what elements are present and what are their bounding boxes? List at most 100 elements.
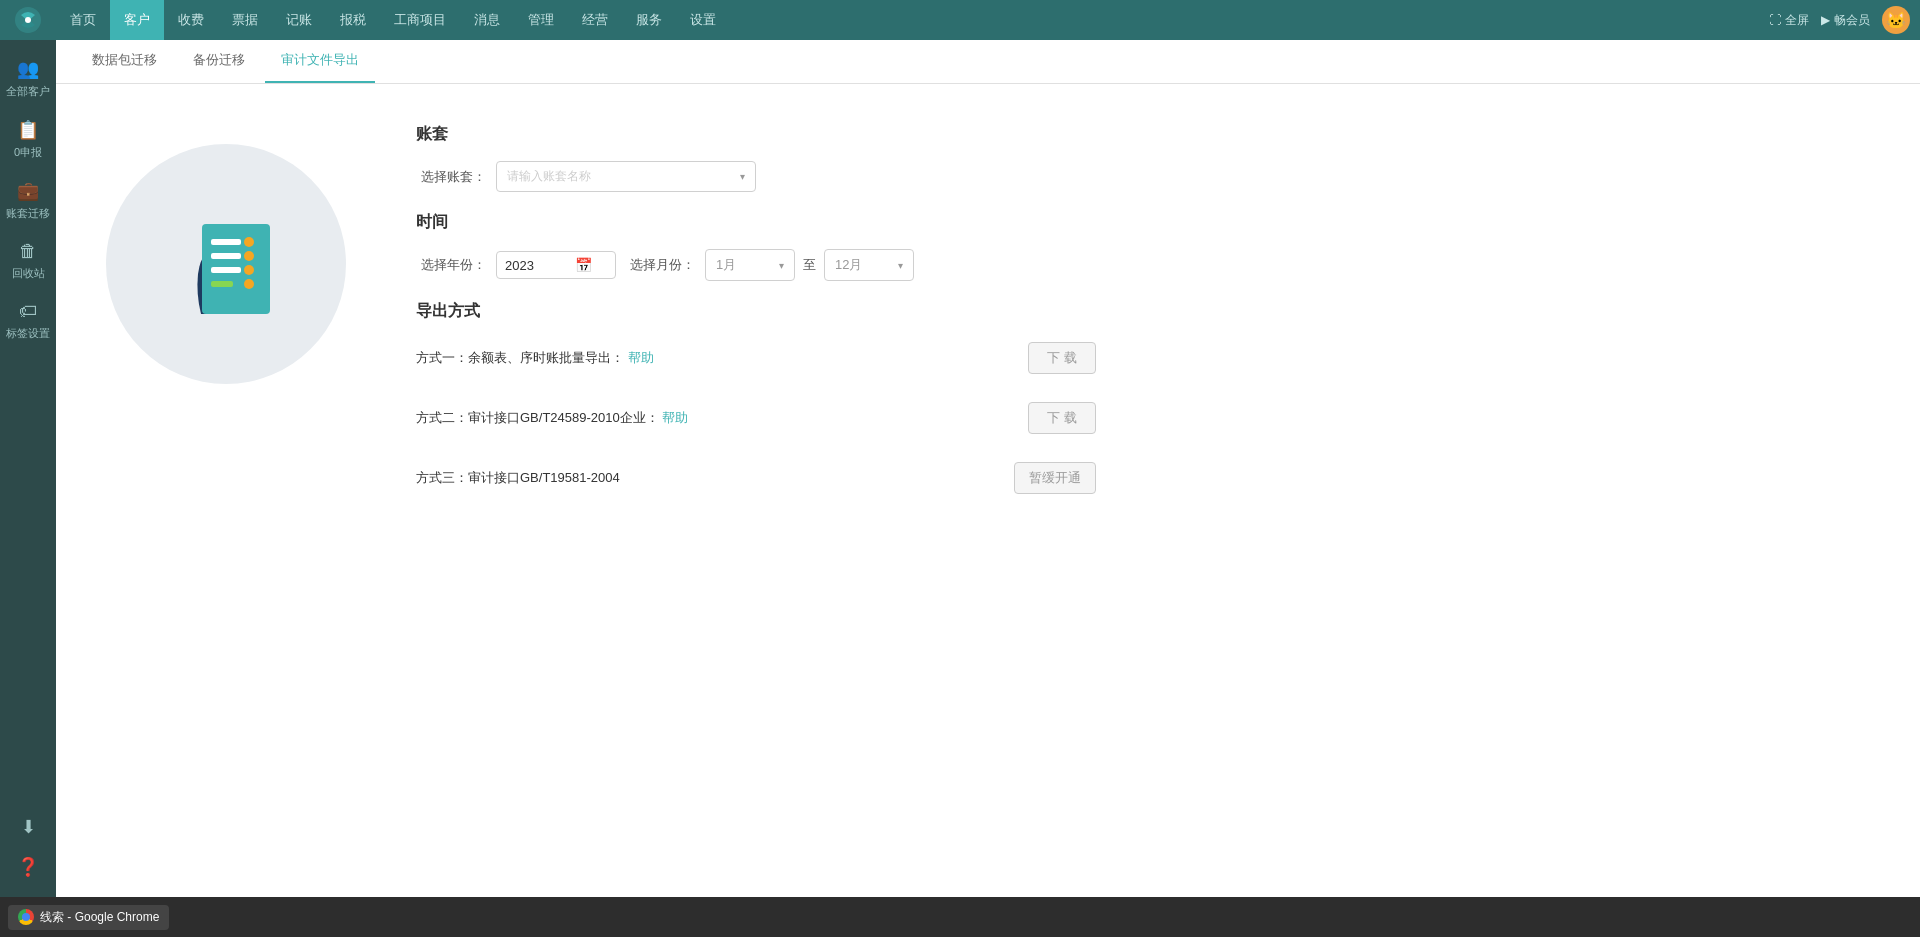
start-month-value: 1月 [716,256,736,274]
nav-home[interactable]: 首页 [56,0,110,40]
export-section-title: 导出方式 [416,301,1096,322]
nav-business[interactable]: 工商项目 [380,0,460,40]
account-section-title: 账套 [416,124,1096,145]
chrome-icon [18,909,34,925]
illustration-circle [106,144,346,384]
sidebar-label-zero-declare: 0申报 [14,145,42,160]
top-nav: 首页 客户 收费 票据 记账 报税 工商项目 消息 管理 经营 服务 设置 ⛶ … [0,0,1920,40]
export-container: 账套 选择账套： 请输入账套名称 ▾ 时间 选择年份： [96,114,1096,518]
nav-settings[interactable]: 设置 [676,0,730,40]
export-method-1: 方式一：余额表、序时账批量导出： 帮助 下 载 [416,338,1096,378]
sidebar-bottom: ⬇ ❓ [0,809,56,897]
sidebar-help-button[interactable]: ❓ [0,849,56,885]
start-month-select[interactable]: 1月 ▾ [705,249,795,281]
account-row: 选择账套： 请输入账套名称 ▾ [416,161,1096,192]
method3-label: 方式三：审计接口GB/T19581-2004 [416,469,1014,487]
svg-point-10 [244,279,254,289]
method1-help-link[interactable]: 帮助 [628,350,654,365]
fullscreen-button[interactable]: ⛶ 全屏 [1769,12,1809,29]
method2-download-button[interactable]: 下 载 [1028,402,1096,434]
end-month-select[interactable]: 12月 ▾ [824,249,914,281]
tags-icon: 🏷 [19,301,37,322]
nav-right: ⛶ 全屏 ▶ 畅会员 🐱 [1769,6,1910,34]
sidebar-download-button[interactable]: ⬇ [0,809,56,845]
tab-backup-migration[interactable]: 备份迁移 [177,40,261,83]
time-section-title: 时间 [416,212,1096,233]
method2-prefix: 方式二：审计接口GB/T24589-2010企业： [416,410,659,425]
nav-items: 首页 客户 收费 票据 记账 报税 工商项目 消息 管理 经营 服务 设置 [56,0,1769,40]
illustration [96,114,356,414]
month-label: 选择月份： [630,256,695,274]
nav-billing[interactable]: 收费 [164,0,218,40]
sidebar-item-zero-declare[interactable]: 📋 0申报 [0,109,56,170]
customers-icon: 👥 [17,58,39,80]
main-layout: 👥 全部客户 📋 0申报 💼 账套迁移 🗑 回收站 🏷 标签设置 ⬇ ❓ 数据包… [0,40,1920,897]
chevron-down-icon-2: ▾ [779,260,784,271]
svg-rect-6 [211,281,233,287]
year-input-wrap: 📅 [496,251,616,279]
method2-label: 方式二：审计接口GB/T24589-2010企业： 帮助 [416,409,1028,427]
vip-label: 畅会员 [1834,12,1870,29]
content-area: 数据包迁移 备份迁移 审计文件导出 [56,40,1920,897]
time-row: 选择年份： 📅 选择月份： 1月 ▾ 至 12月 [416,249,1096,281]
method2-help-link[interactable]: 帮助 [662,410,688,425]
sidebar: 👥 全部客户 📋 0申报 💼 账套迁移 🗑 回收站 🏷 标签设置 ⬇ ❓ [0,40,56,897]
end-month-value: 12月 [835,256,862,274]
method1-download-button[interactable]: 下 载 [1028,342,1096,374]
account-label: 选择账套： [416,168,486,186]
nav-messages[interactable]: 消息 [460,0,514,40]
nav-accounting[interactable]: 记账 [272,0,326,40]
svg-rect-4 [211,253,241,259]
vip-icon: ▶ [1821,13,1830,27]
sidebar-label-tags: 标签设置 [6,326,50,341]
page-content: 账套 选择账套： 请输入账套名称 ▾ 时间 选择年份： [56,84,1920,897]
avatar[interactable]: 🐱 [1882,6,1910,34]
sidebar-item-tags[interactable]: 🏷 标签设置 [0,291,56,351]
method3-coming-soon-button[interactable]: 暂缓开通 [1014,462,1096,494]
year-input[interactable] [505,258,575,273]
vip-button[interactable]: ▶ 畅会员 [1821,12,1870,29]
svg-point-8 [244,251,254,261]
fullscreen-icon: ⛶ [1769,13,1781,27]
svg-point-7 [244,237,254,247]
nav-invoices[interactable]: 票据 [218,0,272,40]
migration-icon: 💼 [17,180,39,202]
sidebar-item-recycle[interactable]: 🗑 回收站 [0,231,56,291]
nav-operations[interactable]: 经营 [568,0,622,40]
svg-point-1 [25,17,31,23]
svg-point-9 [244,265,254,275]
form-area: 账套 选择账套： 请输入账套名称 ▾ 时间 选择年份： [416,114,1096,518]
declare-icon: 📋 [17,119,39,141]
chevron-down-icon-3: ▾ [898,260,903,271]
sidebar-label-recycle: 回收站 [12,266,45,281]
nav-services[interactable]: 服务 [622,0,676,40]
nav-customers[interactable]: 客户 [110,0,164,40]
taskbar-item-label: 线索 - Google Chrome [40,909,159,926]
account-placeholder: 请输入账套名称 [507,168,591,185]
recycle-icon: 🗑 [19,241,37,262]
svg-rect-3 [211,239,241,245]
sidebar-label-all-customers: 全部客户 [6,84,50,99]
chevron-down-icon: ▾ [740,171,745,182]
taskbar: 线索 - Google Chrome [0,897,1920,937]
nav-manage[interactable]: 管理 [514,0,568,40]
fullscreen-label: 全屏 [1785,12,1809,29]
account-select[interactable]: 请输入账套名称 ▾ [496,161,756,192]
tab-audit-export[interactable]: 审计文件导出 [265,40,375,83]
year-label: 选择年份： [416,256,486,274]
export-method-3: 方式三：审计接口GB/T19581-2004 暂缓开通 [416,458,1096,498]
svg-rect-5 [211,267,241,273]
export-method-2: 方式二：审计接口GB/T24589-2010企业： 帮助 下 载 [416,398,1096,438]
sidebar-label-account-migration: 账套迁移 [6,206,50,221]
method3-prefix: 方式三：审计接口GB/T19581-2004 [416,470,620,485]
method1-prefix: 方式一：余额表、序时账批量导出： [416,350,624,365]
to-text: 至 [803,256,816,274]
logo [10,2,46,38]
sidebar-item-all-customers[interactable]: 👥 全部客户 [0,48,56,109]
sidebar-item-account-migration[interactable]: 💼 账套迁移 [0,170,56,231]
nav-tax[interactable]: 报税 [326,0,380,40]
method1-label: 方式一：余额表、序时账批量导出： 帮助 [416,349,1028,367]
taskbar-chrome-item[interactable]: 线索 - Google Chrome [8,905,169,930]
tab-data-migration[interactable]: 数据包迁移 [76,40,173,83]
tabs-bar: 数据包迁移 备份迁移 审计文件导出 [56,40,1920,84]
